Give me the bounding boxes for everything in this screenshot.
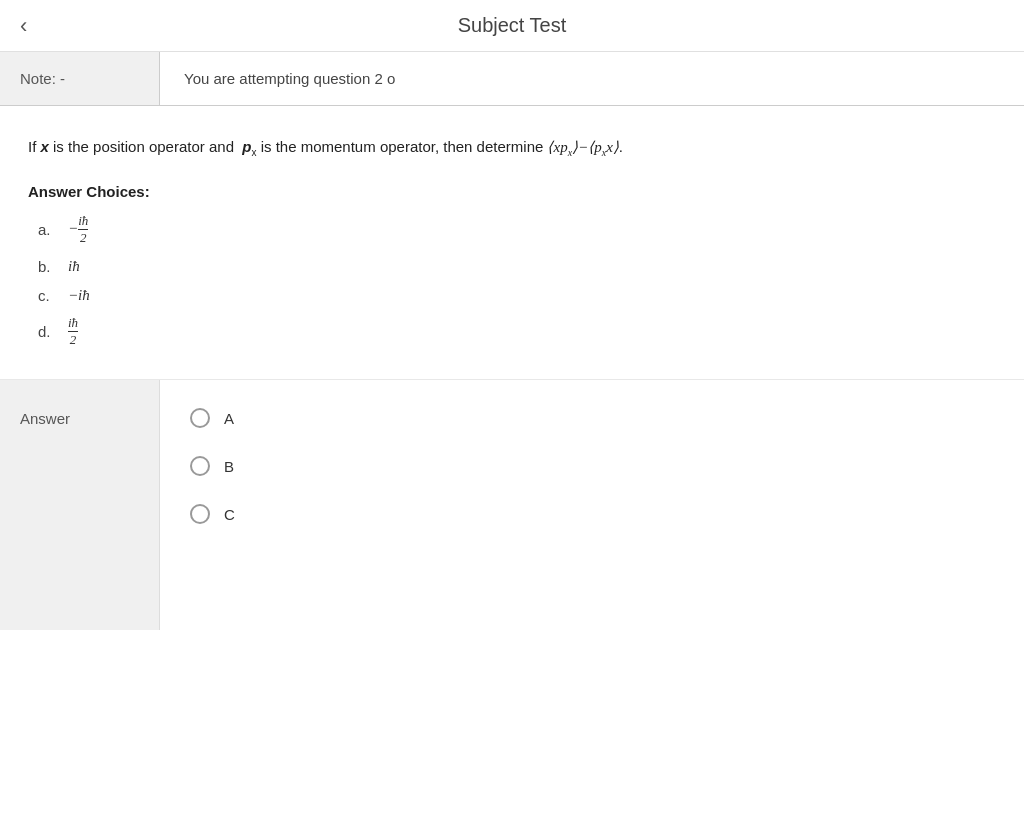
fraction-denominator-a: 2 — [80, 230, 87, 245]
option-label-a: A — [224, 410, 234, 427]
question-area: If x is the position operator and px is … — [0, 106, 1024, 380]
fraction-d: iħ 2 — [68, 316, 78, 348]
back-button[interactable]: ‹ — [20, 13, 27, 39]
fraction-a: iħ 2 — [78, 214, 88, 246]
list-item: b. iħ — [38, 258, 996, 275]
note-content: You are attempting question 2 o — [160, 52, 419, 105]
header: ‹ Subject Test — [0, 0, 1024, 52]
choice-label-d: d. — [38, 323, 58, 340]
answer-option-c[interactable]: C — [190, 504, 235, 524]
choice-label-b: b. — [38, 258, 58, 275]
answer-choices-title: Answer Choices: — [28, 183, 996, 200]
choice-label-a: a. — [38, 221, 58, 238]
option-label-b: B — [224, 458, 234, 475]
list-item: c. −iħ — [38, 287, 996, 304]
note-bar: Note: - You are attempting question 2 o — [0, 52, 1024, 106]
radio-b[interactable] — [190, 456, 210, 476]
choice-value-d: iħ 2 — [68, 316, 78, 348]
page-title: Subject Test — [458, 14, 567, 37]
answer-options: A B C — [160, 380, 265, 630]
note-label: Note: - — [0, 52, 160, 105]
radio-c[interactable] — [190, 504, 210, 524]
choice-value-c: −iħ — [68, 287, 90, 304]
list-item: a. − iħ 2 — [38, 214, 996, 246]
answer-section: Answer A B C — [0, 380, 1024, 630]
fraction-denominator-d: 2 — [70, 332, 77, 347]
answer-label: Answer — [0, 380, 160, 630]
fraction-numerator-d: iħ — [68, 316, 78, 332]
list-item: d. iħ 2 — [38, 316, 996, 348]
answer-option-b[interactable]: B — [190, 456, 235, 476]
choice-value-b: iħ — [68, 258, 80, 275]
choice-value-a: − iħ 2 — [68, 214, 88, 246]
choice-label-c: c. — [38, 287, 58, 304]
question-text: If x is the position operator and px is … — [28, 134, 996, 161]
radio-a[interactable] — [190, 408, 210, 428]
option-label-c: C — [224, 506, 235, 523]
answer-option-a[interactable]: A — [190, 408, 235, 428]
choices-list: a. − iħ 2 b. iħ c. −iħ d. iħ 2 — [28, 214, 996, 347]
fraction-numerator-a: iħ — [78, 214, 88, 230]
